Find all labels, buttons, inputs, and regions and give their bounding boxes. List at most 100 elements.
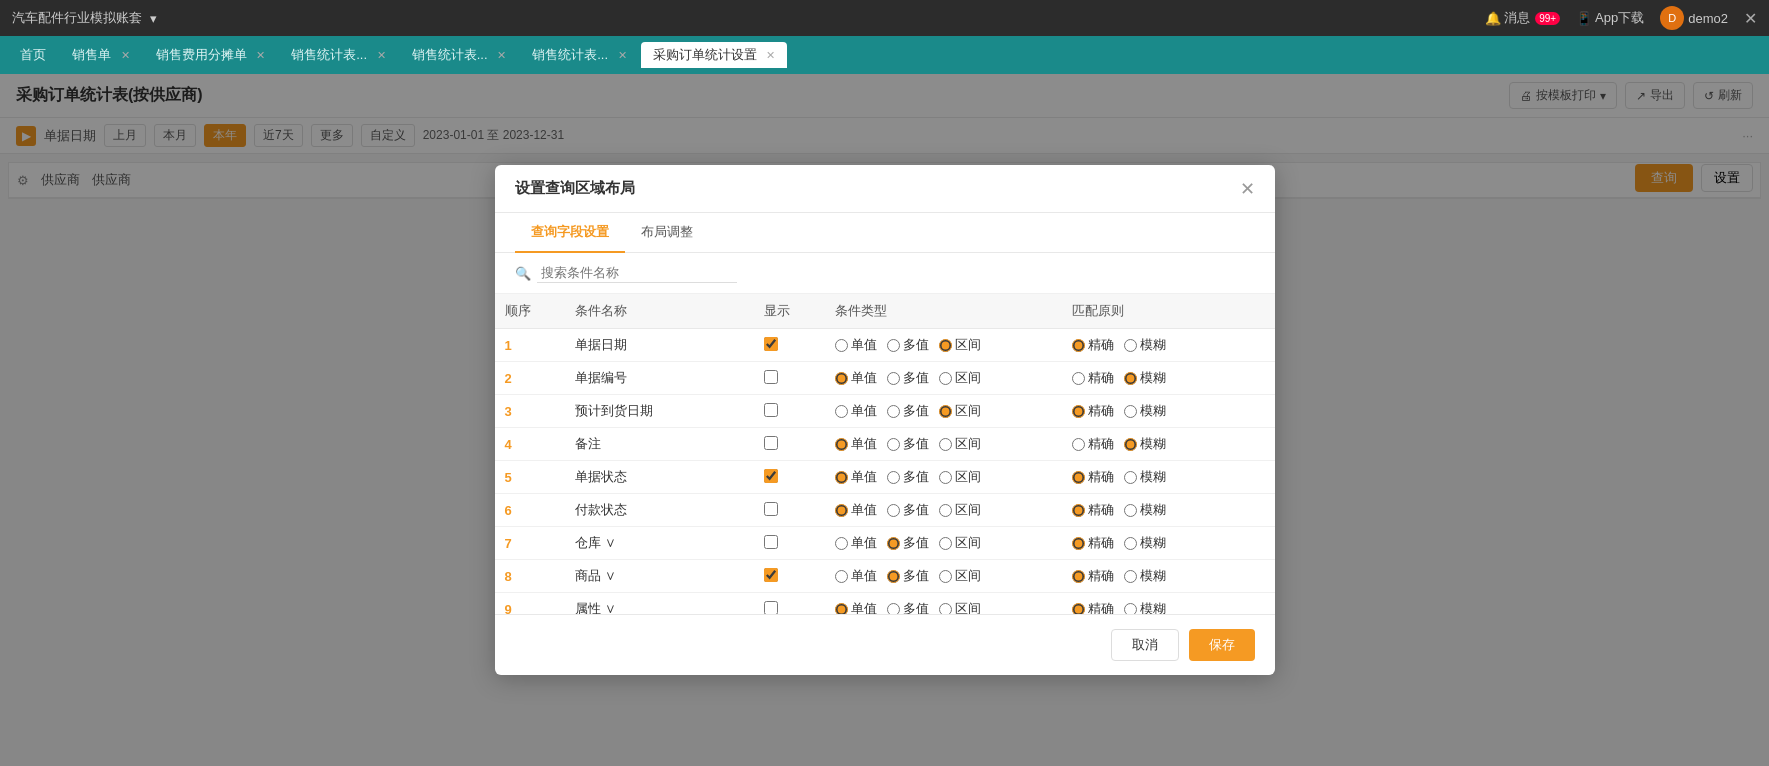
type-radio-多值[interactable]: 多值 bbox=[887, 336, 929, 354]
app-dropdown-icon[interactable]: ▾ bbox=[150, 11, 157, 26]
match-radio-精确[interactable]: 精确 bbox=[1072, 402, 1114, 420]
type-radio-单值[interactable]: 单值 bbox=[835, 567, 877, 585]
row-type: 单值多值区间 bbox=[825, 560, 1061, 593]
row-type: 单值多值区间 bbox=[825, 428, 1061, 461]
nav-tab-sales-close[interactable]: ✕ bbox=[121, 49, 130, 61]
th-order: 顺序 bbox=[495, 294, 566, 329]
type-radio-单值[interactable]: 单值 bbox=[835, 435, 877, 453]
dialog-tab-query-fields[interactable]: 查询字段设置 bbox=[515, 213, 625, 253]
settings-table-head: 顺序 条件名称 显示 条件类型 匹配原则 bbox=[495, 294, 1275, 329]
download-area[interactable]: 📱 App下载 bbox=[1576, 9, 1644, 27]
show-checkbox[interactable] bbox=[764, 469, 778, 483]
match-radio-模糊[interactable]: 模糊 bbox=[1124, 402, 1166, 420]
settings-table-body: 1单据日期单值多值区间精确模糊2单据编号单值多值区间精确模糊3预计到货日期单值多… bbox=[495, 329, 1275, 615]
th-type: 条件类型 bbox=[825, 294, 1061, 329]
type-radio-区间[interactable]: 区间 bbox=[939, 501, 981, 519]
order-number: 5 bbox=[505, 470, 512, 485]
show-checkbox[interactable] bbox=[764, 436, 778, 450]
type-radio-单值[interactable]: 单值 bbox=[835, 600, 877, 614]
show-checkbox[interactable] bbox=[764, 535, 778, 549]
match-radio-模糊[interactable]: 模糊 bbox=[1124, 567, 1166, 585]
type-radio-单值[interactable]: 单值 bbox=[835, 468, 877, 486]
type-radio-多值[interactable]: 多值 bbox=[887, 468, 929, 486]
row-name: 仓库 ∨ bbox=[565, 527, 754, 560]
nav-tab-sales-stat1[interactable]: 销售统计表... ✕ bbox=[279, 42, 397, 68]
app-name-area: 汽车配件行业模拟账套 ▾ bbox=[12, 9, 157, 27]
match-radio-精确[interactable]: 精确 bbox=[1072, 468, 1114, 486]
type-radio-单值[interactable]: 单值 bbox=[835, 501, 877, 519]
show-checkbox[interactable] bbox=[764, 370, 778, 384]
match-radio-精确[interactable]: 精确 bbox=[1072, 600, 1114, 614]
type-radio-区间[interactable]: 区间 bbox=[939, 369, 981, 387]
show-checkbox[interactable] bbox=[764, 403, 778, 417]
cancel-button[interactable]: 取消 bbox=[1111, 629, 1179, 661]
match-radio-精确[interactable]: 精确 bbox=[1072, 435, 1114, 453]
nav-tab-sales-expense-close[interactable]: ✕ bbox=[256, 49, 265, 61]
match-radio-精确[interactable]: 精确 bbox=[1072, 567, 1114, 585]
type-radio-区间[interactable]: 区间 bbox=[939, 402, 981, 420]
row-order: 1 bbox=[495, 329, 566, 362]
nav-tab-sales-stat2-close[interactable]: ✕ bbox=[497, 49, 506, 61]
row-order: 5 bbox=[495, 461, 566, 494]
type-radio-单值[interactable]: 单值 bbox=[835, 402, 877, 420]
notification-area[interactable]: 🔔 消息 99+ bbox=[1485, 9, 1560, 27]
type-radio-单值[interactable]: 单值 bbox=[835, 336, 877, 354]
match-radio-模糊[interactable]: 模糊 bbox=[1124, 369, 1166, 387]
search-input[interactable] bbox=[537, 263, 737, 283]
match-radio-模糊[interactable]: 模糊 bbox=[1124, 501, 1166, 519]
dialog-header: 设置查询区域布局 ✕ bbox=[495, 165, 1275, 213]
show-checkbox[interactable] bbox=[764, 601, 778, 615]
order-number: 3 bbox=[505, 404, 512, 419]
type-radio-多值[interactable]: 多值 bbox=[887, 402, 929, 420]
type-radio-区间[interactable]: 区间 bbox=[939, 336, 981, 354]
dialog-tab-layout[interactable]: 布局调整 bbox=[625, 213, 709, 253]
nav-tab-sales-expense[interactable]: 销售费用分摊单 ✕ bbox=[144, 42, 278, 68]
type-radio-多值[interactable]: 多值 bbox=[887, 534, 929, 552]
type-radio-单值[interactable]: 单值 bbox=[835, 534, 877, 552]
top-bar-actions: 🔔 消息 99+ 📱 App下载 D demo2 ✕ bbox=[1485, 6, 1757, 30]
type-radio-多值[interactable]: 多值 bbox=[887, 369, 929, 387]
nav-tab-home[interactable]: 首页 bbox=[8, 42, 58, 68]
nav-tab-purchase-stat-close[interactable]: ✕ bbox=[766, 49, 775, 61]
type-radio-多值[interactable]: 多值 bbox=[887, 600, 929, 614]
nav-tab-sales-stat2[interactable]: 销售统计表... ✕ bbox=[400, 42, 518, 68]
match-radio-精确[interactable]: 精确 bbox=[1072, 534, 1114, 552]
user-avatar[interactable]: D demo2 bbox=[1660, 6, 1728, 30]
match-radio-模糊[interactable]: 模糊 bbox=[1124, 336, 1166, 354]
table-row: 8商品 ∨单值多值区间精确模糊 bbox=[495, 560, 1275, 593]
nav-tab-sales-stat1-close[interactable]: ✕ bbox=[377, 49, 386, 61]
order-number: 8 bbox=[505, 569, 512, 584]
row-type: 单值多值区间 bbox=[825, 527, 1061, 560]
row-type: 单值多值区间 bbox=[825, 593, 1061, 615]
row-order: 4 bbox=[495, 428, 566, 461]
nav-tab-sales[interactable]: 销售单 ✕ bbox=[60, 42, 142, 68]
match-radio-精确[interactable]: 精确 bbox=[1072, 501, 1114, 519]
show-checkbox[interactable] bbox=[764, 568, 778, 582]
nav-tab-purchase-stat[interactable]: 采购订单统计设置 ✕ bbox=[641, 42, 788, 68]
dialog-close-button[interactable]: ✕ bbox=[1240, 180, 1255, 198]
row-name: 商品 ∨ bbox=[565, 560, 754, 593]
match-radio-模糊[interactable]: 模糊 bbox=[1124, 534, 1166, 552]
match-radio-精确[interactable]: 精确 bbox=[1072, 336, 1114, 354]
match-radio-模糊[interactable]: 模糊 bbox=[1124, 468, 1166, 486]
save-button[interactable]: 保存 bbox=[1189, 629, 1255, 661]
show-checkbox[interactable] bbox=[764, 502, 778, 516]
type-radio-区间[interactable]: 区间 bbox=[939, 600, 981, 614]
table-row: 3预计到货日期单值多值区间精确模糊 bbox=[495, 395, 1275, 428]
modal-overlay: 设置查询区域布局 ✕ 查询字段设置 布局调整 🔍 顺序 条件名 bbox=[0, 74, 1769, 766]
type-radio-多值[interactable]: 多值 bbox=[887, 567, 929, 585]
nav-tab-sales-stat3-close[interactable]: ✕ bbox=[618, 49, 627, 61]
type-radio-单值[interactable]: 单值 bbox=[835, 369, 877, 387]
show-checkbox[interactable] bbox=[764, 337, 778, 351]
match-radio-精确[interactable]: 精确 bbox=[1072, 369, 1114, 387]
type-radio-区间[interactable]: 区间 bbox=[939, 567, 981, 585]
type-radio-区间[interactable]: 区间 bbox=[939, 435, 981, 453]
topbar-close-button[interactable]: ✕ bbox=[1744, 9, 1757, 28]
nav-tab-sales-stat3[interactable]: 销售统计表... ✕ bbox=[520, 42, 638, 68]
type-radio-区间[interactable]: 区间 bbox=[939, 534, 981, 552]
match-radio-模糊[interactable]: 模糊 bbox=[1124, 600, 1166, 614]
type-radio-多值[interactable]: 多值 bbox=[887, 435, 929, 453]
match-radio-模糊[interactable]: 模糊 bbox=[1124, 435, 1166, 453]
type-radio-区间[interactable]: 区间 bbox=[939, 468, 981, 486]
type-radio-多值[interactable]: 多值 bbox=[887, 501, 929, 519]
